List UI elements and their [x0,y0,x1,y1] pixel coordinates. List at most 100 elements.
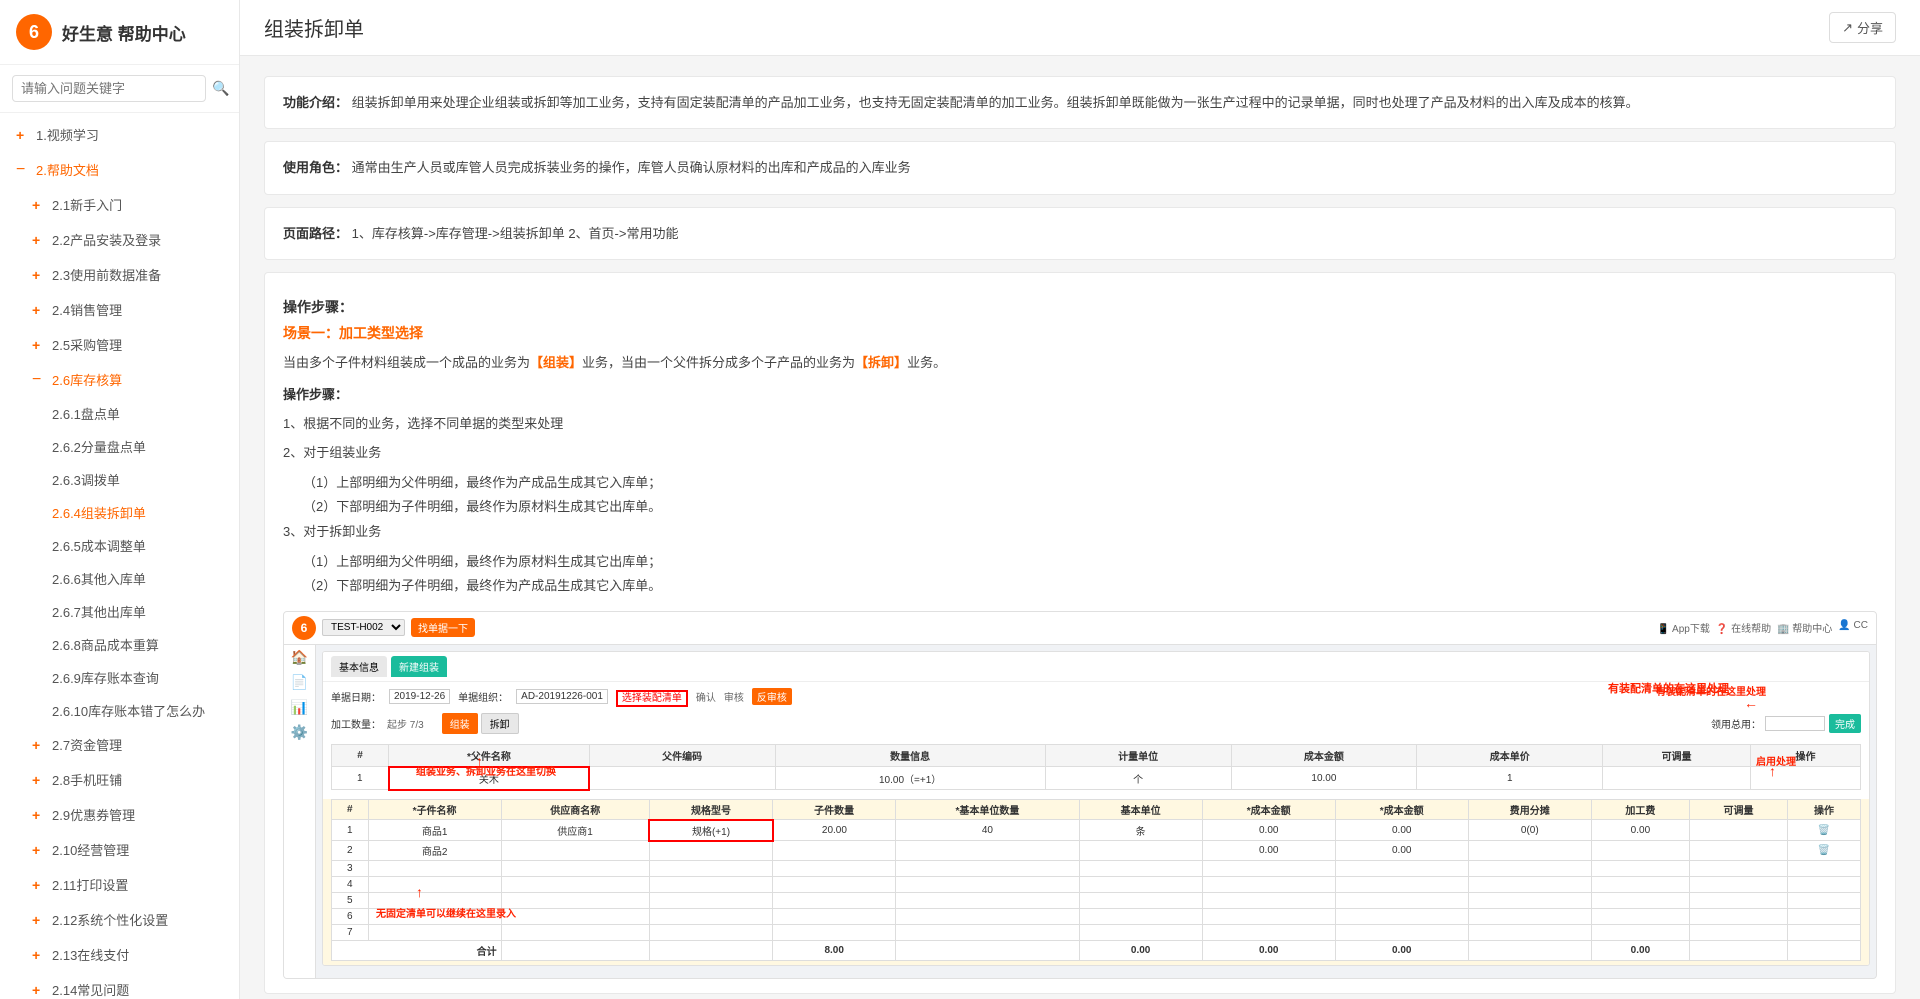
step1: 1、根据不同的业务，选择不同单据的类型来处理 [283,412,1877,435]
sidebar-item-label: 2.8手机旺铺 [52,770,122,789]
expand-icon: + [32,947,46,963]
sidebar-item-stocktake[interactable]: 2.6.1盘点单 [0,397,239,430]
expand-icon: + [32,232,46,248]
mock-content-wrapper: 基本信息 新建组装 单据日期： 2019-12-26 单据组织： AD-2019… [316,645,1876,979]
sidebar-item-sales[interactable]: + 2.4销售管理 [0,292,239,327]
share-button[interactable]: ↗ 分享 [1829,12,1896,43]
sidebar-item-mobile[interactable]: + 2.8手机旺铺 [0,762,239,797]
table-row: 7 [332,925,1861,941]
mock-td-unit: 个 [1045,767,1231,790]
sidebar-item-label: 2.2产品安装及登录 [52,230,161,249]
mock-sub-th-avail: 可调量 [1689,799,1787,820]
mock-enable-input[interactable] [1765,716,1825,731]
mock-doc-form: 基本信息 新建组装 单据日期： 2019-12-26 单据组织： AD-2019… [322,651,1870,967]
scene-title: 场景一：加工类型选择 [283,323,1877,343]
ops-title: 操作步骤： [283,297,1877,317]
share-icon: ↗ [1842,20,1853,36]
role-block: 使用角色： 通常由生产人员或库管人员完成拆装业务的操作，库管人员确认原材料的出库… [264,141,1896,194]
intro-block: 功能介绍： 组装拆卸单用来处理企业组装或拆卸等加工业务，支持有固定装配清单的产品… [264,76,1896,129]
sidebar-item-ops[interactable]: + 2.10经营管理 [0,832,239,867]
mock-th-avail: 可调量 [1603,744,1751,767]
mock-app-topbar: 6 TEST-H002 找单据一下 📱 App下载 ❓ 在线帮助 🏢 帮助中心 … [284,612,1876,645]
mock-center-icon: 🏢 帮助中心 [1777,620,1832,635]
sidebar-item-help-doc[interactable]: − 2.帮助文档 [0,152,239,187]
sidebar-item-label: 2.1新手入门 [52,195,122,214]
mock-sub-td-spec: 规格(+1) [649,820,772,841]
sidebar-item-custom[interactable]: + 2.12系统个性化设置 [0,902,239,937]
sidebar-item-assemble[interactable]: 2.6.4组装拆卸单 [0,496,239,529]
sidebar-item-coupon[interactable]: + 2.9优惠券管理 [0,797,239,832]
mock-tab-new[interactable]: 新建组装 [391,656,447,677]
sidebar-item-label: 2.7资金管理 [52,735,122,754]
sidebar-item-other-out[interactable]: 2.6.7其他出库单 [0,595,239,628]
sidebar-item-print[interactable]: + 2.11打印设置 [0,867,239,902]
mock-assemble-type-btn[interactable]: 组装 [442,713,478,734]
mock-assemble-btn[interactable]: 选择装配清单 [616,690,688,707]
table-row: 3 [332,861,1861,877]
mock-sub-th-fee: 加工费 [1591,799,1689,820]
nav-section: + 1.视频学习 − 2.帮助文档 + 2.1新手入门 + 2.2产品安装及登录… [0,113,239,999]
mock-company-select[interactable]: TEST-H002 [322,619,405,636]
sidebar-item-online-pay[interactable]: + 2.13在线支付 [0,937,239,972]
table-footer: 合计 8.00 0.00 0.00 0.00 [332,941,1861,961]
sidebar-item-transfer[interactable]: 2.6.3调拨单 [0,463,239,496]
sidebar-item-inventory-error[interactable]: 2.6.10库存账本错了怎么办 [0,694,239,727]
screenshot-container: 6 TEST-H002 找单据一下 📱 App下载 ❓ 在线帮助 🏢 帮助中心 … [283,611,1877,980]
annotation-container-1: 选择装配清单 [616,689,688,704]
mock-type-row: 加工数量： 起步 7/3 组装 拆卸 领用总用： [323,711,1869,740]
sidebar-item-goods-cost[interactable]: 2.6.8商品成本重算 [0,628,239,661]
search-button[interactable]: 🔍 [212,80,229,97]
sidebar: 6 好生意 帮助中心 🔍 + 1.视频学习 − 2.帮助文档 + 2.1新手入门… [0,0,240,999]
mock-disassemble-type-btn[interactable]: 拆卸 [481,713,519,734]
mock-sub-td-index: 1 [332,820,369,841]
mock-sub-th-supplier: 供应商名称 [501,799,649,820]
mock-th-unit: 计量单位 [1045,744,1231,767]
content-area: 功能介绍： 组装拆卸单用来处理企业组装或拆卸等加工业务，支持有固定装配清单的产品… [240,56,1920,999]
mock-sub-th-spec: 规格型号 [649,799,772,820]
expand-icon: + [16,127,30,143]
table-row: 5 [332,893,1861,909]
mock-sub-td-name: 商品1 [368,820,501,841]
mock-confirm-btn[interactable]: 完成 [1829,714,1861,733]
mock-nav-actions: 找单据一下 [411,618,475,637]
sidebar-item-cost-adjust[interactable]: 2.6.5成本调整单 [0,529,239,562]
mock-qty-value: 起步 7/3 [387,716,424,731]
sidebar-item-label: 1.视频学习 [36,125,99,144]
sidebar-item-video[interactable]: + 1.视频学习 [0,117,239,152]
sidebar-item-data-prep[interactable]: + 2.3使用前数据准备 [0,257,239,292]
sidebar-item-inventory-check[interactable]: 2.6.9库存账本查询 [0,661,239,694]
mock-logo: 6 [292,616,316,640]
mock-tab-basic[interactable]: 基本信息 [331,656,387,677]
mock-sub-td-supplier: 供应商1 [501,820,649,841]
sidebar-item-label: 2.3使用前数据准备 [52,265,161,284]
mock-main-layout: 🏠 📄 📊 ⚙️ 基本信息 [284,645,1876,979]
sidebar-item-other-in[interactable]: 2.6.6其他入库单 [0,562,239,595]
path-label: 页面路径： [283,226,348,241]
mock-submit-btn[interactable]: 反审核 [752,688,792,705]
sidebar-item-install[interactable]: + 2.2产品安装及登录 [0,222,239,257]
mock-assemble-value: AD-20191226-001 [516,689,608,704]
mock-th-qty: 数量信息 [775,744,1045,767]
mock-sub-td-unit: 条 [1079,820,1202,841]
mock-new-btn[interactable]: 找单据一下 [411,618,475,637]
intro-text: 组装拆卸单用来处理企业组装或拆卸等加工业务，支持有固定装配清单的产品加工业务，也… [352,95,1639,110]
sidebar-item-finance[interactable]: + 2.7资金管理 [0,727,239,762]
mock-assemble-label: 单据组织： [458,689,508,704]
sidebar-item-new-user[interactable]: + 2.1新手入门 [0,187,239,222]
sidebar-item-label: 2.9优惠券管理 [52,805,135,824]
mock-sub-td-cost1: 0.00 [1202,820,1335,841]
mock-help-icon: ❓ 在线帮助 [1716,620,1771,635]
step2-sub2: （2）下部明细为子件明细，最终作为原材料生成其它出库单。 [283,495,1877,520]
step3: 3、对于拆卸业务 [283,520,1877,543]
sidebar-header: 6 好生意 帮助中心 [0,0,239,65]
sidebar-item-purchase[interactable]: + 2.5采购管理 [0,327,239,362]
sidebar-item-partial-stocktake[interactable]: 2.6.2分量盘点单 [0,430,239,463]
expand-icon: + [32,772,46,788]
sidebar-item-inventory[interactable]: − 2.6库存核算 [0,362,239,397]
search-input[interactable] [12,75,206,102]
sidebar-item-label: 2.11打印设置 [52,875,128,894]
expand-icon: + [32,982,46,998]
sidebar-item-faq[interactable]: + 2.14常见问题 [0,972,239,999]
expand-icon: + [32,842,46,858]
sidebar-item-label: 2.帮助文档 [36,160,99,179]
